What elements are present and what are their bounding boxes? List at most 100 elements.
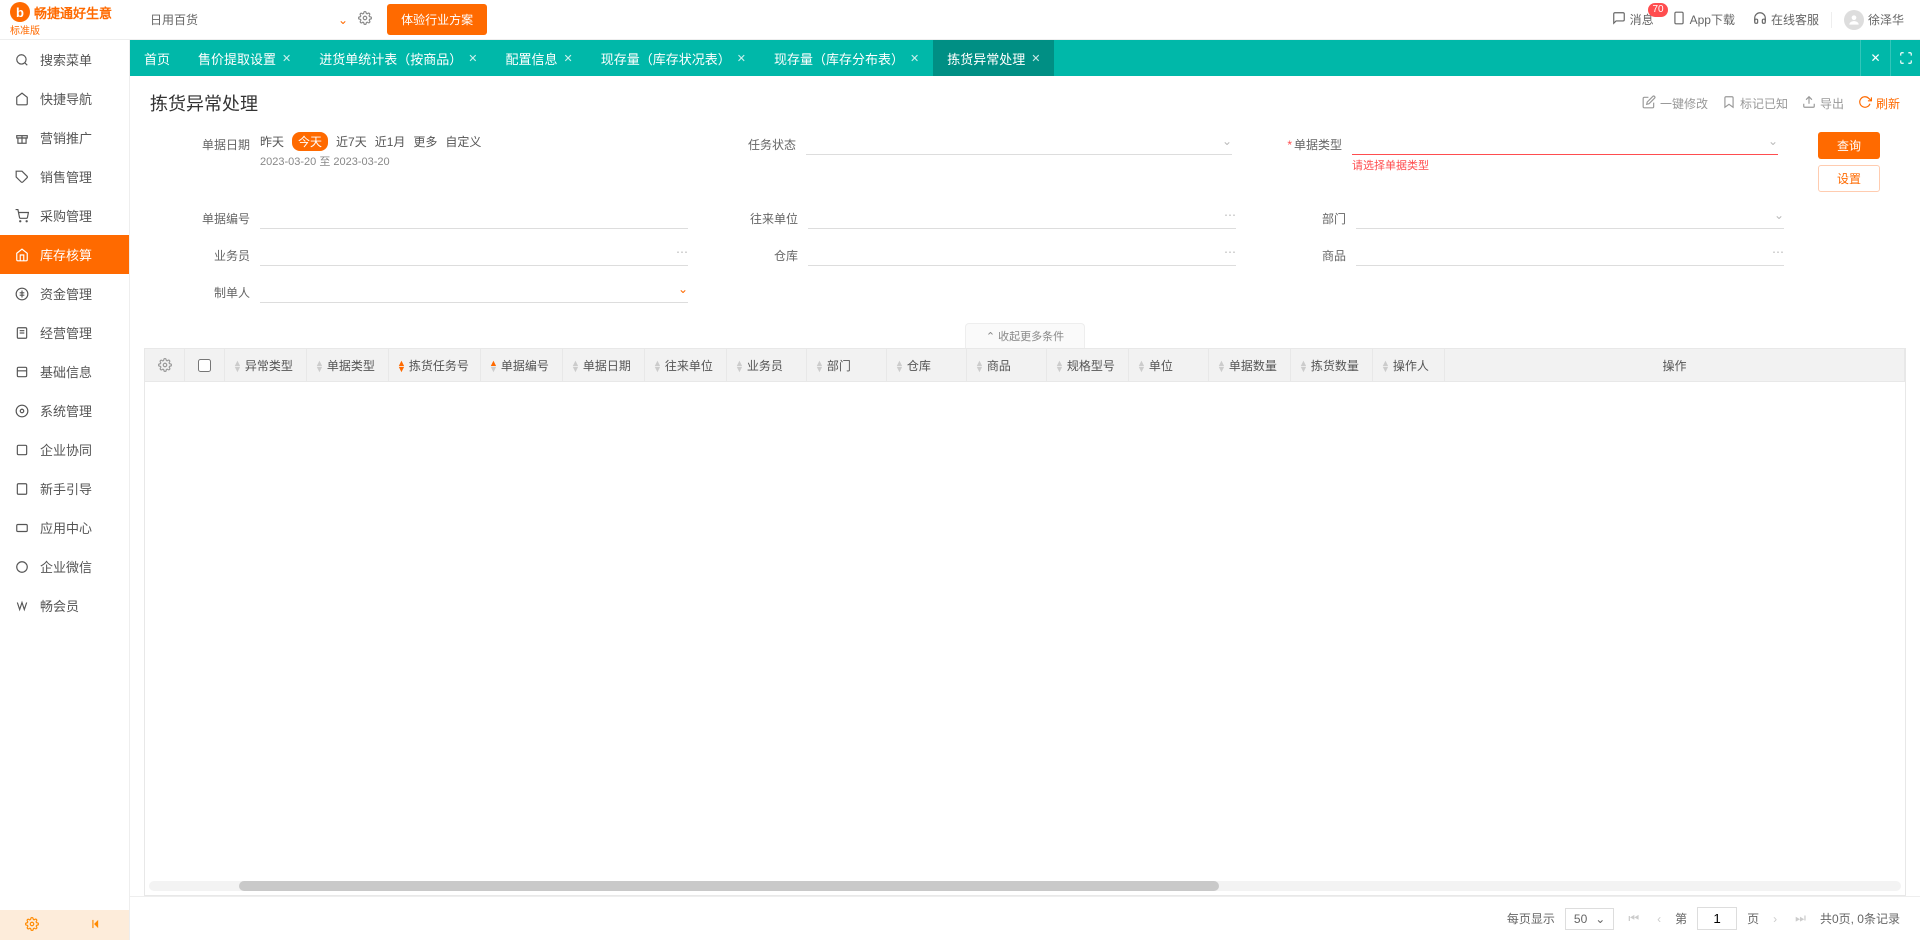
task-status-input[interactable] — [806, 132, 1232, 155]
tabs-fullscreen[interactable] — [1890, 40, 1920, 76]
per-page-select[interactable]: 50⌄ — [1565, 908, 1614, 930]
sidebar-item-operation[interactable]: 经营管理 — [0, 313, 129, 352]
user-menu[interactable]: 徐泽华 — [1838, 10, 1910, 30]
page-first[interactable]: ⏮ — [1624, 911, 1643, 926]
col-doc-date[interactable]: ▲▼单据日期 — [563, 349, 645, 381]
sidebar-item-finance[interactable]: 资金管理 — [0, 274, 129, 313]
refresh-action[interactable]: 刷新 — [1858, 95, 1900, 112]
tab-stock-dist[interactable]: 现存量（库存分布表）✕ — [760, 40, 933, 76]
sidebar-item-member[interactable]: 畅会员 — [0, 586, 129, 625]
sidebar-item-system[interactable]: 系统管理 — [0, 391, 129, 430]
tab-label: 首页 — [144, 49, 170, 68]
close-icon[interactable]: ✕ — [468, 52, 477, 65]
tab-purchase-stats[interactable]: 进货单统计表（按商品）✕ — [305, 40, 491, 76]
close-icon[interactable]: ✕ — [1031, 52, 1040, 65]
col-unit[interactable]: ▲▼单位 — [1129, 349, 1209, 381]
partner-input[interactable] — [808, 206, 1236, 229]
messages-button[interactable]: 消息 70 — [1606, 11, 1660, 28]
close-icon[interactable]: ✕ — [737, 52, 746, 65]
more-icon[interactable]: ⋯ — [1224, 245, 1236, 259]
table-header: ▲▼异常类型 ▲▼单据类型 ▲▼拣货任务号 ▲▼单据编号 ▲▼单据日期 ▲▼往来… — [144, 348, 1906, 382]
close-icon[interactable]: ✕ — [564, 52, 573, 65]
settings-button[interactable]: 设置 — [1818, 165, 1880, 192]
query-button[interactable]: 查询 — [1818, 132, 1880, 159]
sidebar-item-search[interactable]: 搜索菜单 — [0, 40, 129, 79]
sidebar-item-wechat[interactable]: 企业微信 — [0, 547, 129, 586]
page-next[interactable]: › — [1769, 912, 1781, 926]
date-quick-more[interactable]: 更多 — [413, 133, 437, 150]
col-operator[interactable]: ▲▼操作人 — [1373, 349, 1445, 381]
tabs-close-all[interactable]: ✕ — [1860, 40, 1890, 76]
col-dept[interactable]: ▲▼部门 — [807, 349, 887, 381]
sidebar-item-sales[interactable]: 销售管理 — [0, 157, 129, 196]
col-doc-type[interactable]: ▲▼单据类型 — [307, 349, 389, 381]
horizontal-scrollbar[interactable] — [149, 881, 1901, 891]
sales-input[interactable] — [260, 243, 688, 266]
footer-collapse-icon[interactable] — [90, 917, 104, 934]
page-input[interactable] — [1697, 907, 1737, 930]
sidebar-item-apps[interactable]: 应用中心 — [0, 508, 129, 547]
col-doc-qty[interactable]: ▲▼单据数量 — [1209, 349, 1291, 381]
footer-gear-icon[interactable] — [25, 917, 39, 934]
sidebar-item-guide[interactable]: 新手引导 — [0, 469, 129, 508]
doc-type-input[interactable] — [1352, 132, 1778, 155]
col-product[interactable]: ▲▼商品 — [967, 349, 1047, 381]
date-quick-7days[interactable]: 近7天 — [336, 133, 367, 150]
collapse-filters[interactable]: ⌃ 收起更多条件 — [965, 323, 1085, 348]
col-spec[interactable]: ▲▼规格型号 — [1047, 349, 1129, 381]
tab-picking-exception[interactable]: 拣货异常处理✕ — [933, 40, 1054, 76]
chevron-down-icon[interactable]: ⌄ — [1222, 134, 1232, 148]
sidebar-item-purchase[interactable]: 采购管理 — [0, 196, 129, 235]
sidebar-item-basicinfo[interactable]: 基础信息 — [0, 352, 129, 391]
search-icon — [14, 53, 30, 67]
warehouse-input[interactable] — [808, 243, 1236, 266]
doc-no-input[interactable] — [260, 206, 688, 229]
sidebar-item-quicknav[interactable]: 快捷导航 — [0, 79, 129, 118]
scrollbar-thumb[interactable] — [239, 881, 1219, 891]
more-icon[interactable]: ⋯ — [1224, 208, 1236, 222]
date-quick-custom[interactable]: 自定义 — [445, 133, 481, 150]
tab-stock-status[interactable]: 现存量（库存状况表）✕ — [587, 40, 760, 76]
tab-config[interactable]: 配置信息✕ — [491, 40, 586, 76]
export-action[interactable]: 导出 — [1802, 95, 1844, 112]
chevron-down-icon[interactable]: ⌄ — [1768, 134, 1778, 148]
app-download-button[interactable]: App下载 — [1666, 11, 1741, 28]
chevron-down-icon[interactable]: ⌄ — [1774, 208, 1784, 222]
batch-edit-action[interactable]: 一键修改 — [1642, 95, 1708, 112]
date-quick-1month[interactable]: 近1月 — [375, 133, 406, 150]
close-icon[interactable]: ✕ — [910, 52, 919, 65]
page-last[interactable]: ⏭ — [1791, 911, 1810, 926]
more-icon[interactable]: ⋯ — [676, 245, 688, 259]
page-prev[interactable]: ‹ — [1653, 912, 1665, 926]
sidebar-label: 企业微信 — [40, 557, 92, 576]
col-warehouse[interactable]: ▲▼仓库 — [887, 349, 967, 381]
select-all-checkbox[interactable] — [185, 349, 225, 381]
tab-home[interactable]: 首页 — [130, 40, 184, 76]
col-task-no[interactable]: ▲▼拣货任务号 — [389, 349, 481, 381]
sidebar-label: 企业协同 — [40, 440, 92, 459]
chevron-down-icon[interactable]: ⌄ — [678, 282, 688, 296]
close-icon[interactable]: ✕ — [282, 52, 291, 65]
dept-input[interactable] — [1356, 206, 1784, 229]
product-input[interactable] — [1356, 243, 1784, 266]
creator-input[interactable] — [260, 280, 688, 303]
industry-plan-button[interactable]: 体验行业方案 — [387, 4, 487, 35]
action-label: 刷新 — [1876, 95, 1900, 112]
sidebar-item-collab[interactable]: 企业协同 — [0, 430, 129, 469]
mark-known-action[interactable]: 标记已知 — [1722, 95, 1788, 112]
col-partner[interactable]: ▲▼往来单位 — [645, 349, 727, 381]
date-quick-today[interactable]: 今天 — [292, 132, 328, 151]
tab-price-extract[interactable]: 售价提取设置✕ — [184, 40, 305, 76]
org-selector[interactable]: 日用百货 ⌄ — [140, 5, 348, 34]
col-doc-no[interactable]: ▲▼单据编号 — [481, 349, 563, 381]
col-exception-type[interactable]: ▲▼异常类型 — [225, 349, 307, 381]
table-settings[interactable] — [145, 349, 185, 381]
gear-icon[interactable] — [358, 11, 372, 28]
col-pick-qty[interactable]: ▲▼拣货数量 — [1291, 349, 1373, 381]
date-quick-yesterday[interactable]: 昨天 — [260, 133, 284, 150]
sidebar-item-marketing[interactable]: 营销推广 — [0, 118, 129, 157]
more-icon[interactable]: ⋯ — [1772, 245, 1784, 259]
online-service-button[interactable]: 在线客服 — [1747, 11, 1825, 28]
sidebar-item-inventory[interactable]: 库存核算 — [0, 235, 129, 274]
col-sales[interactable]: ▲▼业务员 — [727, 349, 807, 381]
